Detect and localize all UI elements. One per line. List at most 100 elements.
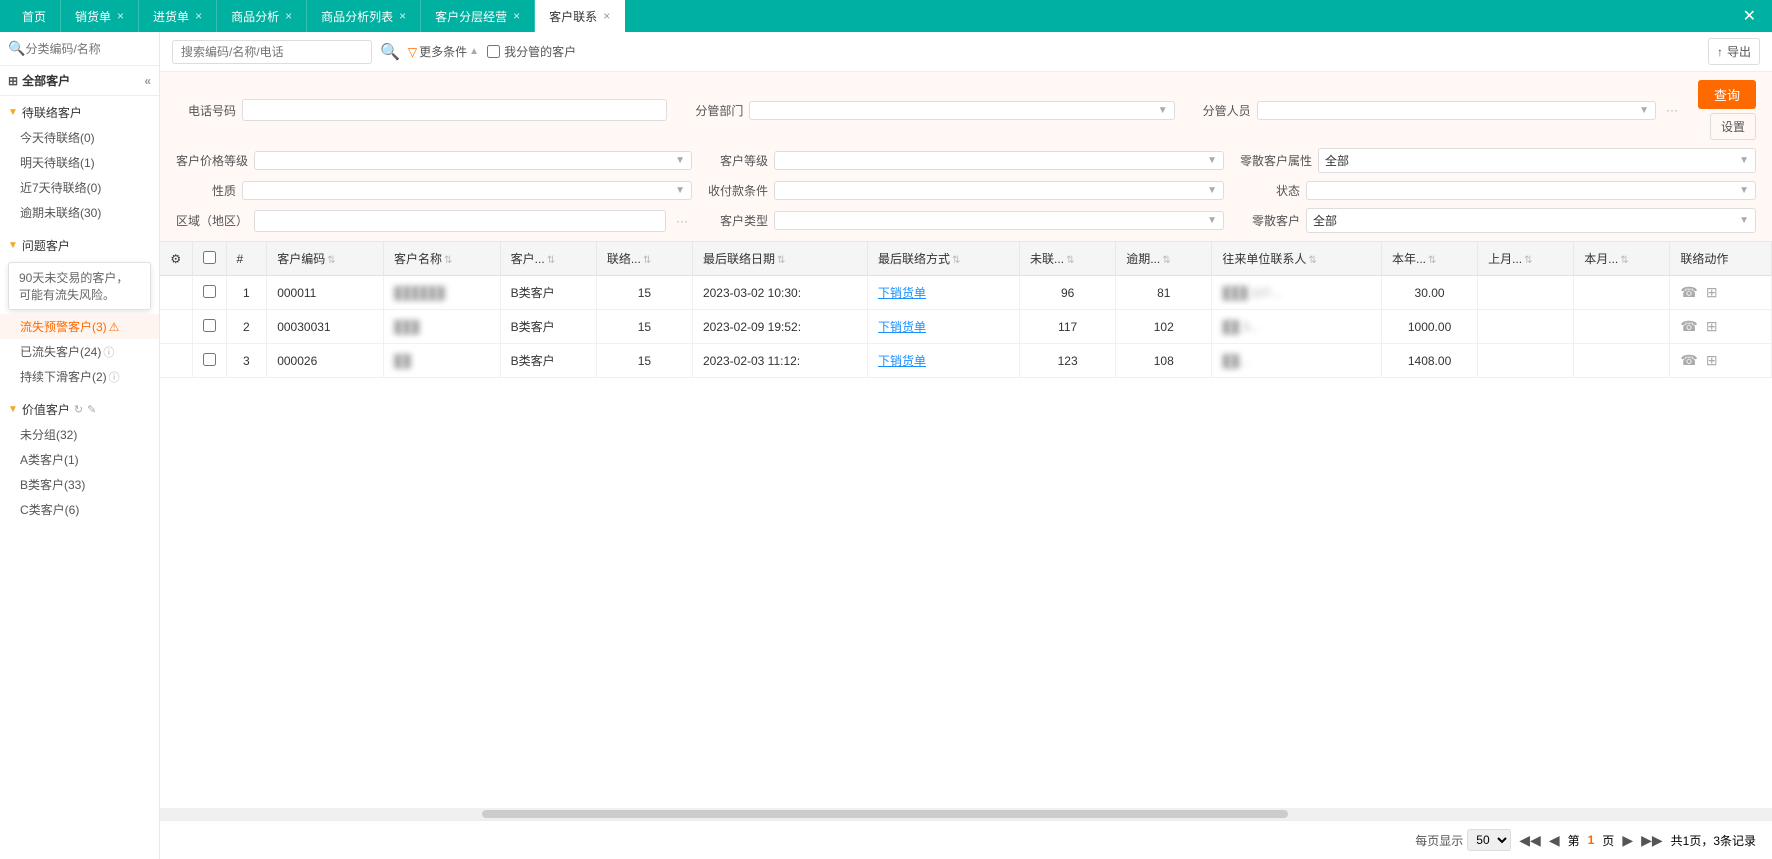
phone-input[interactable] (242, 99, 667, 121)
region-more-btn[interactable]: ··· (672, 214, 692, 228)
tab-product-analysis[interactable]: 商品分析 × (217, 0, 307, 32)
region-input[interactable] (254, 210, 666, 232)
manager-more-btn[interactable]: ··· (1662, 103, 1682, 117)
col-name[interactable]: 客户名称⇅ (383, 242, 500, 276)
col-check[interactable] (192, 242, 226, 276)
sidebar-item-overdue-pending[interactable]: 逾期未联络(30) (0, 200, 159, 225)
filter-search-button[interactable]: 🔍 (380, 42, 400, 62)
contact-action-icon-1[interactable]: ☎ (1680, 318, 1697, 335)
status-select[interactable]: ▼ (1306, 181, 1756, 200)
col-last-contact-method[interactable]: 最后联络方式⇅ (868, 242, 1020, 276)
nature-select[interactable]: ▼ (242, 181, 692, 200)
tab-purchase-close[interactable]: × (195, 9, 202, 23)
sidebar-group-value-title[interactable]: ▼ 价值客户 ↻ ✎ (0, 397, 159, 422)
sidebar-item-already-lost[interactable]: 已流失客户(24) ⓘ (0, 339, 159, 364)
sidebar-all-customers[interactable]: ⊞ 全部客户 « (0, 66, 159, 96)
payment-select[interactable]: ▼ (774, 181, 1224, 200)
dept-select[interactable]: ▼ (749, 101, 1174, 120)
tab-customer-tier[interactable]: 客户分层经营 × (421, 0, 535, 32)
tab-customer-contact-close[interactable]: × (603, 9, 610, 23)
col-gear[interactable]: ⚙ (160, 242, 192, 276)
col-contact[interactable]: 联络...⇅ (596, 242, 692, 276)
col-code[interactable]: 客户编码⇅ (267, 242, 384, 276)
col-this-month[interactable]: 本月...⇅ (1574, 242, 1670, 276)
sidebar-group-problem-title[interactable]: ▼ 问题客户 (0, 233, 159, 258)
customer-tier-select[interactable]: ▼ (774, 151, 1224, 170)
edit-icon[interactable]: ✎ (87, 403, 96, 416)
per-page-select[interactable]: 50 (1467, 829, 1511, 851)
contact-action-icon-2[interactable]: ☎ (1680, 352, 1697, 369)
cell-check-2[interactable] (192, 344, 226, 378)
customer-type-select[interactable]: ▼ (774, 211, 1224, 230)
row-checkbox-2[interactable] (203, 353, 216, 366)
declining-label: 持续下滑客户(2) (20, 368, 107, 385)
cell-check-0[interactable] (192, 276, 226, 310)
col-last-contact-method-label: 最后联络方式 (878, 252, 950, 266)
tab-purchase[interactable]: 进货单 × (139, 0, 217, 32)
zero-customer-attr-select[interactable]: 全部 ▼ (1318, 148, 1756, 173)
method-link-0[interactable]: 下销货单 (878, 286, 926, 300)
col-uncontacted[interactable]: 未联...⇅ (1020, 242, 1116, 276)
sidebar-item-class-a[interactable]: A类客户(1) (0, 447, 159, 472)
zero-customer-select[interactable]: 全部 ▼ (1306, 208, 1756, 233)
more-action-icon-0[interactable]: ⊞ (1706, 284, 1718, 301)
sidebar-item-churn-warning[interactable]: 流失预警客户(3) ⚠ (0, 314, 159, 339)
price-tier-select[interactable]: ▼ (254, 151, 692, 170)
tab-sales[interactable]: 销货单 × (61, 0, 139, 32)
sidebar-item-declining[interactable]: 持续下滑客户(2) ⓘ (0, 364, 159, 389)
export-button[interactable]: ↑ 导出 (1708, 38, 1760, 65)
col-this-year[interactable]: 本年...⇅ (1381, 242, 1477, 276)
row-checkbox-0[interactable] (203, 285, 216, 298)
sidebar-search-input[interactable] (25, 42, 160, 56)
tab-product-analysis-list[interactable]: 商品分析列表 × (307, 0, 421, 32)
col-last-month[interactable]: 上月...⇅ (1478, 242, 1574, 276)
col-unit-contact[interactable]: 往来单位联系人⇅ (1212, 242, 1382, 276)
col-action-label: 联络动作 (1680, 252, 1728, 266)
first-page-button[interactable]: ◀◀ (1519, 832, 1541, 849)
sidebar-item-class-b[interactable]: B类客户(33) (0, 472, 159, 497)
refresh-icon[interactable]: ↻ (74, 403, 83, 416)
tab-home[interactable]: 首页 (8, 0, 61, 32)
manager-select[interactable]: ▼ (1257, 101, 1656, 120)
col-overdue[interactable]: 逾期...⇅ (1116, 242, 1212, 276)
tab-sales-close[interactable]: × (117, 9, 124, 23)
method-link-1[interactable]: 下销货单 (878, 320, 926, 334)
cell-code-2: 000026 (267, 344, 384, 378)
cell-check-1[interactable] (192, 310, 226, 344)
manager-arrow-icon: ▼ (1639, 105, 1649, 116)
horizontal-scrollbar[interactable] (160, 808, 1772, 820)
select-all-checkbox[interactable] (203, 251, 216, 264)
window-close-button[interactable]: ✕ (1735, 6, 1764, 26)
query-button[interactable]: 查询 (1698, 80, 1756, 109)
sort-icon-this-year: ⇅ (1428, 255, 1436, 266)
sidebar-item-tomorrow-pending[interactable]: 明天待联络(1) (0, 150, 159, 175)
tab-customer-tier-close[interactable]: × (513, 9, 520, 23)
method-link-2[interactable]: 下销货单 (878, 354, 926, 368)
sidebar-item-class-c[interactable]: C类客户(6) (0, 497, 159, 522)
contact-action-icon-0[interactable]: ☎ (1680, 284, 1697, 301)
my-customers-checkbox[interactable] (487, 45, 500, 58)
row-checkbox-1[interactable] (203, 319, 216, 332)
sidebar-item-week-pending[interactable]: 近7天待联络(0) (0, 175, 159, 200)
tab-customer-contact[interactable]: 客户联系 × (535, 0, 625, 32)
cell-tier-2: B类客户 (500, 344, 596, 378)
next-page-button[interactable]: ▶ (1622, 832, 1633, 849)
sidebar-item-today-pending[interactable]: 今天待联络(0) (0, 125, 159, 150)
sidebar-group-pending-title[interactable]: ▼ 待联络客户 (0, 100, 159, 125)
last-page-button[interactable]: ▶▶ (1641, 832, 1663, 849)
settings-button[interactable]: 设置 (1710, 113, 1756, 140)
col-last-contact-date[interactable]: 最后联络日期⇅ (692, 242, 867, 276)
tab-product-analysis-list-close[interactable]: × (399, 9, 406, 23)
sort-icon-last-month: ⇅ (1524, 255, 1532, 266)
cell-num-1: 2 (226, 310, 267, 344)
my-customers-toggle[interactable]: 我分管的客户 (487, 43, 576, 60)
filter-search-input[interactable] (172, 40, 372, 64)
sidebar-item-ungrouped[interactable]: 未分组(32) (0, 422, 159, 447)
tab-product-analysis-close[interactable]: × (285, 9, 292, 23)
more-conditions-button[interactable]: ▽ 更多条件 ▲ (408, 43, 479, 60)
more-action-icon-2[interactable]: ⊞ (1706, 352, 1718, 369)
prev-page-button[interactable]: ◀ (1549, 832, 1560, 849)
col-tier[interactable]: 客户...⇅ (500, 242, 596, 276)
more-action-icon-1[interactable]: ⊞ (1706, 318, 1718, 335)
scrollbar-thumb[interactable] (482, 810, 1288, 818)
